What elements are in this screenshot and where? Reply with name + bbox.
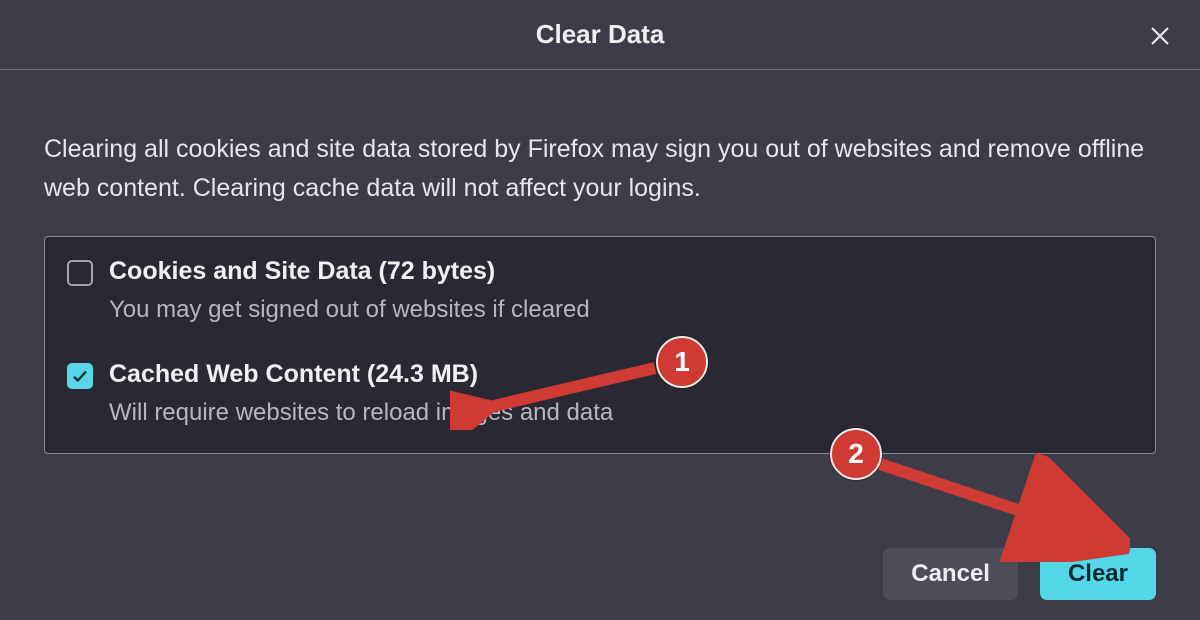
clear-data-dialog: Clear Data Clearing all cookies and site… xyxy=(0,0,1200,620)
option-cookies: Cookies and Site Data (72 bytes) You may… xyxy=(67,257,1133,324)
check-icon xyxy=(71,367,89,385)
cookies-checkbox[interactable] xyxy=(67,260,93,286)
dialog-description: Clearing all cookies and site data store… xyxy=(44,130,1156,208)
annotation-arrow-2 xyxy=(870,452,1130,562)
annotation-arrow-1 xyxy=(450,360,670,430)
annotation-badge-2: 2 xyxy=(830,428,882,480)
cookies-text: Cookies and Site Data (72 bytes) You may… xyxy=(109,257,590,324)
cookies-sublabel: You may get signed out of websites if cl… xyxy=(109,296,590,324)
close-button[interactable] xyxy=(1142,18,1178,54)
cookies-label: Cookies and Site Data (72 bytes) xyxy=(109,257,590,286)
dialog-titlebar: Clear Data xyxy=(0,0,1200,70)
cache-checkbox[interactable] xyxy=(67,363,93,389)
dialog-title: Clear Data xyxy=(536,19,665,50)
annotation-badge-1: 1 xyxy=(656,336,708,388)
close-icon xyxy=(1148,24,1172,48)
